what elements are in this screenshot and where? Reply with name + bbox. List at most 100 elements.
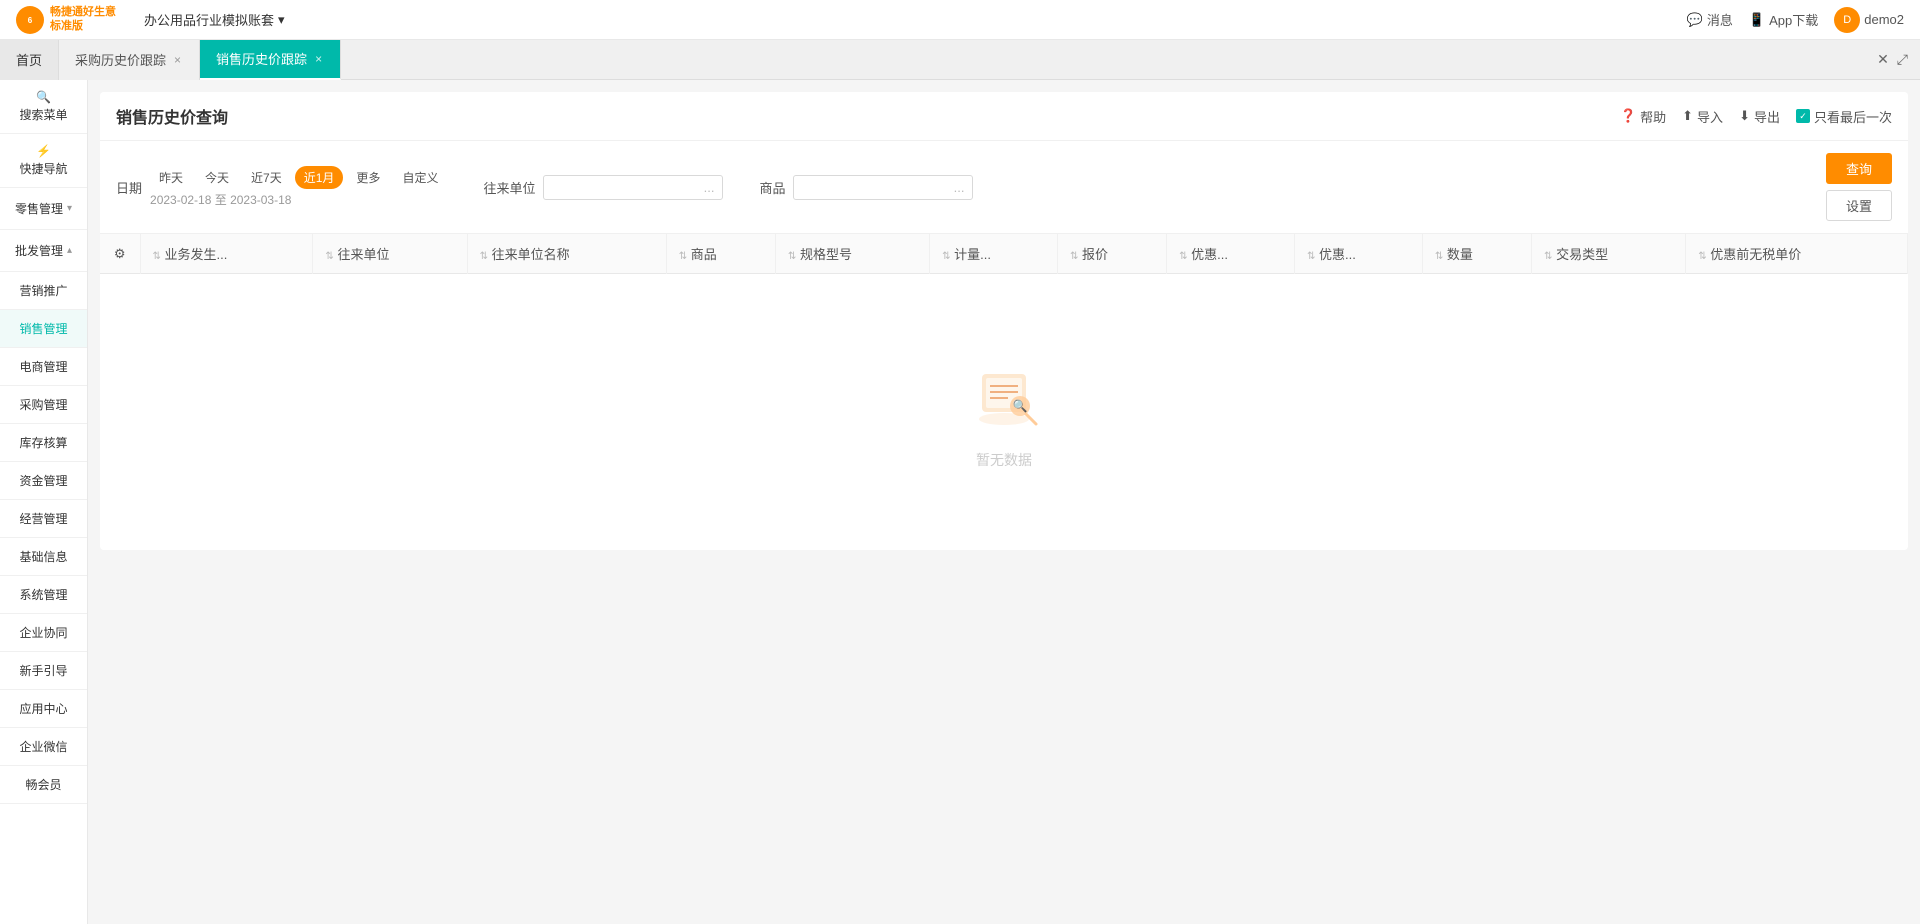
partner-input[interactable]: ... — [543, 175, 723, 200]
col-discount1[interactable]: ⇅ 优惠... — [1167, 234, 1295, 274]
col-partner-name[interactable]: ⇅ 往来单位名称 — [467, 234, 666, 274]
user-name: demo2 — [1864, 12, 1904, 27]
main-layout: 🔍 搜索菜单 ⚡ 快捷导航 零售管理 ▾ 批发管理 ▴ 营销推广 销售管理 电商… — [0, 80, 1920, 924]
svg-text:🔍: 🔍 — [1013, 398, 1028, 413]
message-label: 消息 — [1707, 10, 1733, 29]
date-btn-yesterday[interactable]: 昨天 — [150, 166, 192, 189]
sidebar-item-app-center[interactable]: 应用中心 — [0, 690, 87, 728]
search-icon: 🔍 — [36, 90, 51, 104]
col-label: 往来单位名称 — [492, 247, 570, 262]
only-last-label: 只看最后一次 — [1814, 107, 1892, 126]
tab-purchase-close[interactable]: × — [172, 51, 183, 69]
col-label: 优惠前无税单价 — [1710, 247, 1801, 262]
chevron-up-icon: ▴ — [67, 245, 72, 256]
nav-icon: ⚡ — [36, 144, 51, 158]
export-btn[interactable]: ⬇ 导出 — [1739, 107, 1780, 126]
filter-bar: 日期 昨天 今天 近7天 近1月 更多 自定义 2023-02-18 至 202… — [100, 141, 1908, 234]
sort-icon: ⇅ — [1070, 251, 1078, 262]
app-download-btn[interactable]: 📱 App下载 — [1749, 10, 1818, 29]
col-product[interactable]: ⇅ 商品 — [666, 234, 775, 274]
sort-icon: ⇅ — [1698, 251, 1706, 262]
sidebar-item-guide[interactable]: 新手引导 — [0, 652, 87, 690]
sidebar-item-sales-mgmt[interactable]: 销售管理 — [0, 310, 87, 348]
sidebar-item-label: 销售管理 — [19, 320, 67, 337]
sidebar-item-retail[interactable]: 零售管理 ▾ — [0, 188, 87, 230]
sidebar-item-system[interactable]: 系统管理 — [0, 576, 87, 614]
date-btn-7days[interactable]: 近7天 — [242, 166, 291, 189]
col-pretax-price[interactable]: ⇅ 优惠前无税单价 — [1686, 234, 1908, 274]
logo-icon: 6 — [16, 6, 44, 34]
sidebar-item-label: 营销推广 — [19, 282, 67, 299]
table-header: ⚙ ⇅ 业务发生... ⇅ 往来单位 — [100, 234, 1908, 274]
user-area[interactable]: D demo2 — [1834, 7, 1904, 33]
sidebar-item-marketing[interactable]: 营销推广 — [0, 272, 87, 310]
app-selector[interactable]: 办公用品行业模拟账套 ▾ — [144, 10, 285, 29]
sidebar-item-purchase[interactable]: 采购管理 — [0, 386, 87, 424]
message-btn[interactable]: 💬 消息 — [1687, 10, 1733, 29]
help-icon: ❓ — [1620, 108, 1636, 124]
product-input[interactable]: ... — [793, 175, 973, 200]
col-unit[interactable]: ⇅ 计量... — [930, 234, 1058, 274]
col-quantity[interactable]: ⇅ 数量 — [1422, 234, 1531, 274]
page-title: 销售历史价查询 — [116, 104, 228, 128]
col-gear[interactable]: ⚙ — [100, 234, 140, 274]
sidebar-item-label: 快捷导航 — [19, 160, 67, 177]
sidebar-item-label: 经营管理 — [19, 510, 67, 527]
sort-icon: ⇅ — [1179, 251, 1187, 262]
svg-text:6: 6 — [28, 16, 33, 25]
expand-icon[interactable]: ⤢ — [1897, 51, 1908, 68]
sort-icon: ⇅ — [153, 251, 161, 262]
col-spec[interactable]: ⇅ 规格型号 — [775, 234, 929, 274]
sort-icon: ⇅ — [788, 251, 796, 262]
top-bar-left: 6 畅捷通好生意 标准版 办公用品行业模拟账套 ▾ — [16, 6, 285, 34]
sidebar-item-quick-nav[interactable]: ⚡ 快捷导航 — [0, 134, 87, 188]
settings-button[interactable]: 设置 — [1826, 190, 1892, 221]
col-label: 往来单位 — [337, 247, 389, 262]
col-label: 规格型号 — [800, 247, 852, 262]
tab-purchase-history[interactable]: 采购历史价跟踪 × — [59, 40, 200, 80]
page-header-actions: ❓ 帮助 ⬆ 导入 ⬇ 导出 ✓ 只看最后一次 — [1620, 107, 1892, 126]
help-btn[interactable]: ❓ 帮助 — [1620, 107, 1666, 126]
tab-sales-label: 销售历史价跟踪 — [216, 49, 307, 68]
export-label: 导出 — [1754, 107, 1780, 126]
sidebar-item-enterprise[interactable]: 企业协同 — [0, 614, 87, 652]
gear-icon: ⚙ — [114, 246, 126, 261]
col-partner-code[interactable]: ⇅ 往来单位 — [313, 234, 467, 274]
col-quote[interactable]: ⇅ 报价 — [1057, 234, 1166, 274]
sidebar-item-operations[interactable]: 经营管理 — [0, 500, 87, 538]
sidebar-item-inventory[interactable]: 库存核算 — [0, 424, 87, 462]
content-area: 销售历史价查询 ❓ 帮助 ⬆ 导入 ⬇ 导出 — [88, 80, 1920, 924]
sidebar-item-wechat[interactable]: 企业微信 — [0, 728, 87, 766]
sidebar-item-search[interactable]: 🔍 搜索菜单 — [0, 80, 87, 134]
col-biz-date[interactable]: ⇅ 业务发生... — [140, 234, 313, 274]
only-last-checkbox[interactable]: ✓ 只看最后一次 — [1796, 107, 1892, 126]
help-label: 帮助 — [1640, 107, 1666, 126]
sidebar-item-label: 畅会员 — [25, 776, 61, 793]
col-discount2[interactable]: ⇅ 优惠... — [1295, 234, 1423, 274]
date-btn-custom[interactable]: 自定义 — [393, 166, 447, 189]
col-trade-type[interactable]: ⇅ 交易类型 — [1532, 234, 1686, 274]
tab-sales-history[interactable]: 销售历史价跟踪 × — [200, 40, 341, 80]
date-btn-more[interactable]: 更多 — [347, 166, 389, 189]
date-btn-today[interactable]: 今天 — [196, 166, 238, 189]
app-download-label: App下载 — [1769, 10, 1818, 29]
product-dots: ... — [954, 180, 965, 195]
tab-sales-close[interactable]: × — [313, 50, 324, 68]
table-wrapper: ⚙ ⇅ 业务发生... ⇅ 往来单位 — [100, 234, 1908, 550]
sidebar-item-member[interactable]: 畅会员 — [0, 766, 87, 804]
sidebar-item-finance[interactable]: 资金管理 — [0, 462, 87, 500]
top-bar: 6 畅捷通好生意 标准版 办公用品行业模拟账套 ▾ 💬 消息 📱 App下载 D… — [0, 0, 1920, 40]
date-btn-1month[interactable]: 近1月 — [295, 166, 344, 189]
close-all-icon[interactable]: ✕ — [1877, 51, 1889, 68]
query-button[interactable]: 查询 — [1826, 153, 1892, 184]
sidebar-item-label: 搜索菜单 — [19, 106, 67, 123]
avatar: D — [1834, 7, 1860, 33]
tab-purchase-label: 采购历史价跟踪 — [75, 50, 166, 69]
tab-home[interactable]: 首页 — [0, 40, 59, 80]
sidebar-item-ecommerce[interactable]: 电商管理 — [0, 348, 87, 386]
sidebar-item-wholesale[interactable]: 批发管理 ▴ — [0, 230, 87, 272]
sidebar-item-basic-info[interactable]: 基础信息 — [0, 538, 87, 576]
import-btn[interactable]: ⬆ 导入 — [1682, 107, 1723, 126]
date-filter-label: 日期 — [116, 178, 142, 197]
sidebar-item-label: 库存核算 — [19, 434, 67, 451]
